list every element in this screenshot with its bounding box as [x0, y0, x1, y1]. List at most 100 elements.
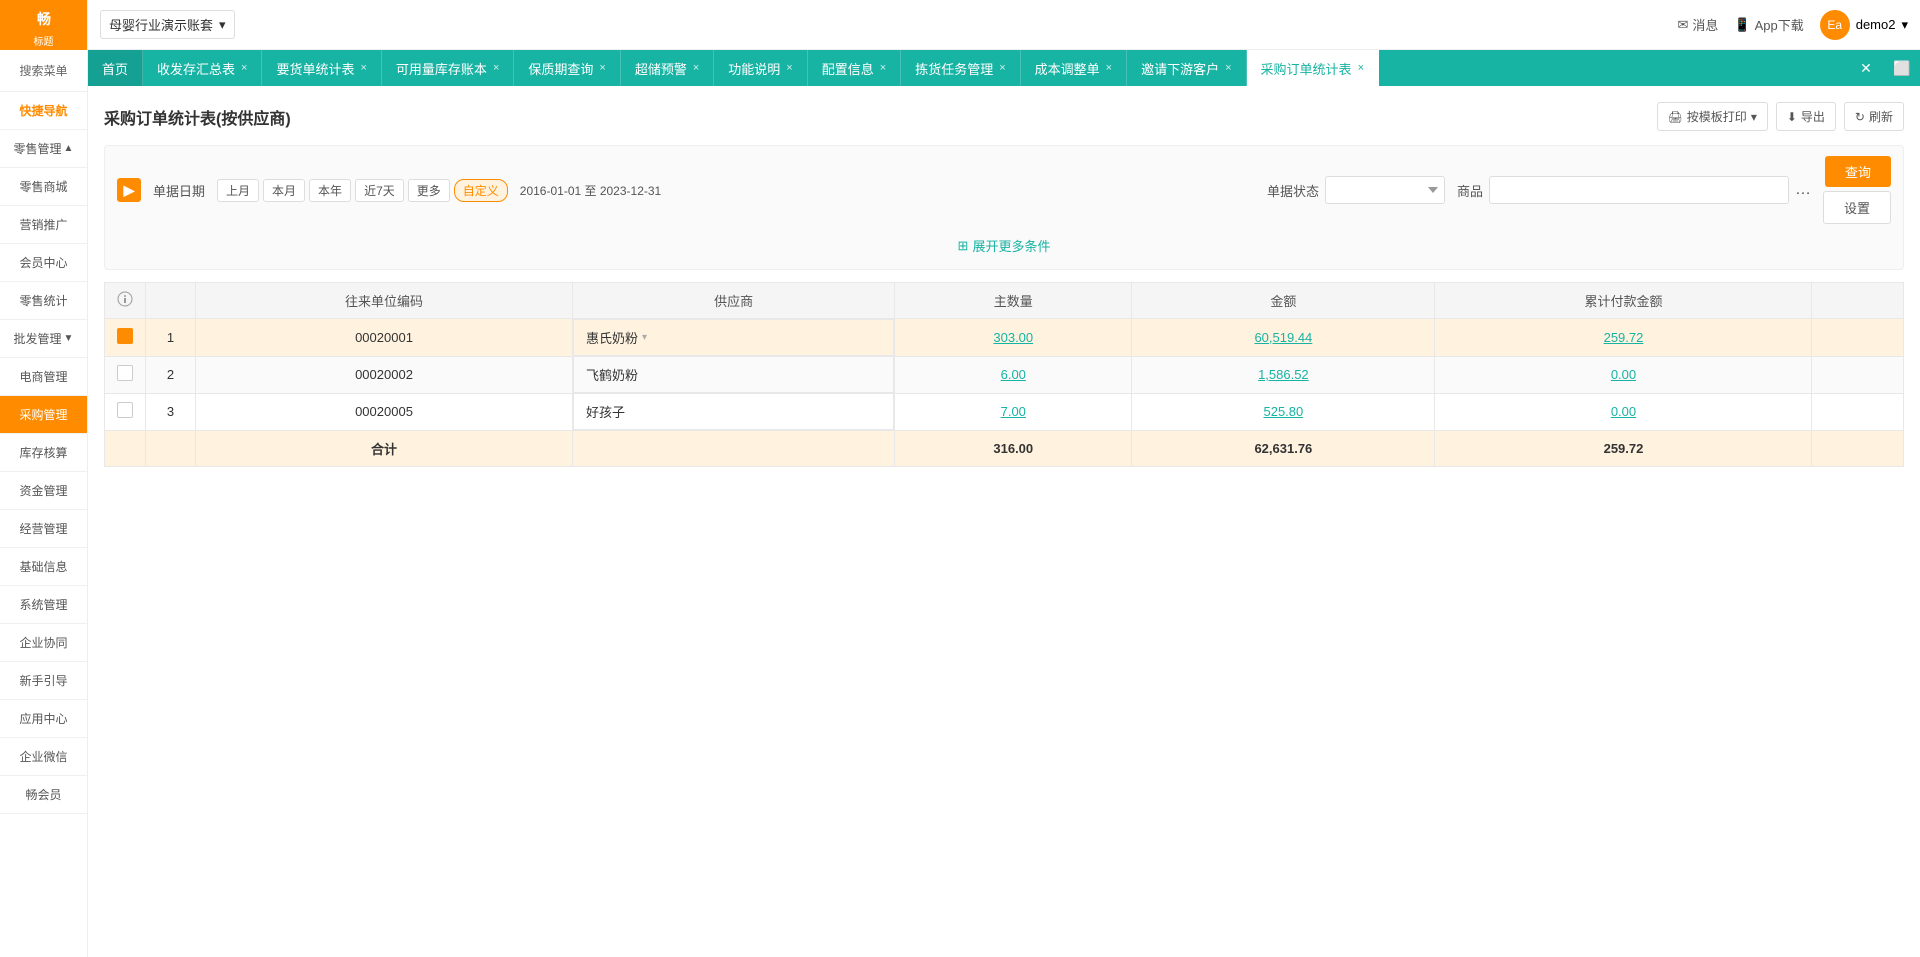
- tab-inventory-close[interactable]: ×: [493, 62, 499, 74]
- message-button[interactable]: ✉ 消息: [1677, 15, 1718, 34]
- filter-expand-button[interactable]: ⊞ 展开更多条件: [948, 232, 1061, 259]
- footer-empty-2: [146, 431, 196, 467]
- row-amount[interactable]: 1,586.52: [1132, 356, 1435, 393]
- date-more-button[interactable]: 更多: [408, 179, 450, 202]
- table-col-seq: [146, 283, 196, 319]
- sidebar-item-member[interactable]: 会员中心: [0, 244, 87, 282]
- status-filter-select[interactable]: [1325, 176, 1445, 204]
- tab-inventory[interactable]: 可用量库存账本 ×: [382, 50, 514, 86]
- tab-requisition[interactable]: 要货单统计表 ×: [262, 50, 381, 86]
- sidebar-item-system[interactable]: 系统管理: [0, 586, 87, 624]
- table-col-settings[interactable]: [105, 283, 146, 319]
- tab-purchase-stat-label: 采购订单统计表: [1261, 59, 1352, 78]
- tab-config-label: 配置信息: [822, 59, 874, 78]
- status-filter-field: 单据状态: [1267, 176, 1445, 204]
- table-row[interactable]: 3 00020005 好孩子 7.00 525.80 0.00: [105, 393, 1904, 431]
- sidebar-item-enterprise[interactable]: 企业协同: [0, 624, 87, 662]
- row-paid[interactable]: 259.72: [1435, 319, 1812, 357]
- sidebar-item-retail-stat[interactable]: 零售统计: [0, 282, 87, 320]
- topbar-actions: ✉ 消息 📱 App下载 Ea demo2 ▾: [1677, 10, 1908, 40]
- row-paid[interactable]: 0.00: [1435, 356, 1812, 393]
- sidebar-item-finance[interactable]: 资金管理: [0, 472, 87, 510]
- user-menu[interactable]: Ea demo2 ▾: [1820, 10, 1908, 40]
- tab-invite-close[interactable]: ×: [1225, 62, 1231, 74]
- sidebar-item-operations[interactable]: 经营管理: [0, 510, 87, 548]
- tab-config-close[interactable]: ×: [880, 62, 886, 74]
- print-button[interactable]: 🖨 按模板打印 ▾: [1657, 102, 1768, 131]
- date-this-month-button[interactable]: 本月: [263, 179, 305, 202]
- tab-expiry-close[interactable]: ×: [599, 62, 605, 74]
- print-chevron-icon: ▾: [1751, 110, 1757, 124]
- tab-function[interactable]: 功能说明 ×: [714, 50, 807, 86]
- date-this-year-button[interactable]: 本年: [309, 179, 351, 202]
- row-supplier: 好孩子: [573, 393, 894, 430]
- user-chevron-icon: ▾: [1901, 17, 1908, 33]
- row-extra: [1812, 319, 1904, 357]
- tab-invite[interactable]: 邀请下游客户 ×: [1127, 50, 1246, 86]
- sidebar-item-wholesale[interactable]: 批发管理 ▼: [0, 320, 87, 358]
- date-custom-button[interactable]: 自定义: [454, 179, 508, 202]
- date-7days-button[interactable]: 近7天: [355, 179, 404, 202]
- sidebar-item-app-center[interactable]: 应用中心: [0, 700, 87, 738]
- app-logo[interactable]: 畅 标题: [0, 0, 87, 50]
- tab-cost[interactable]: 成本调整单 ×: [1021, 50, 1127, 86]
- goods-filter-more-icon[interactable]: …: [1795, 181, 1811, 199]
- tab-pick-close[interactable]: ×: [999, 62, 1005, 74]
- row-amount[interactable]: 525.80: [1132, 393, 1435, 431]
- sidebar-item-quick-nav[interactable]: 快捷导航: [0, 92, 87, 130]
- row-qty[interactable]: 303.00: [895, 319, 1132, 357]
- page-header-actions: 🖨 按模板打印 ▾ ⬇ 导出 ↻ 刷新: [1657, 102, 1904, 131]
- query-button[interactable]: 查询: [1825, 156, 1891, 187]
- goods-filter-input[interactable]: [1489, 176, 1789, 204]
- row-seq: 2: [146, 356, 196, 393]
- sidebar-item-inventory[interactable]: 库存核算: [0, 434, 87, 472]
- row-paid[interactable]: 0.00: [1435, 393, 1812, 431]
- search-menu-label[interactable]: 搜索菜单: [6, 58, 81, 83]
- table-body: 1 00020001 惠氏奶粉 ▾ 303.00 60,519.44 259.7…: [105, 319, 1904, 431]
- filter-expand-row: ⊞ 展开更多条件: [117, 232, 1891, 259]
- tab-home[interactable]: 首页: [88, 50, 143, 86]
- sidebar-item-basic-info[interactable]: 基础信息: [0, 548, 87, 586]
- app-download-button[interactable]: 📱 App下载: [1734, 15, 1803, 34]
- settings-button[interactable]: 设置: [1823, 191, 1891, 224]
- export-button[interactable]: ⬇ 导出: [1776, 102, 1836, 131]
- printer-icon: 🖨: [1668, 110, 1683, 124]
- row-amount[interactable]: 60,519.44: [1132, 319, 1435, 357]
- sidebar-item-marketing[interactable]: 营销推广: [0, 206, 87, 244]
- tab-maximize-button[interactable]: ⬜: [1884, 50, 1920, 86]
- sidebar-item-retail-mall[interactable]: 零售商城: [0, 168, 87, 206]
- tab-overstock-close[interactable]: ×: [693, 62, 699, 74]
- tab-function-close[interactable]: ×: [786, 62, 792, 74]
- table-row[interactable]: 1 00020001 惠氏奶粉 ▾ 303.00 60,519.44 259.7…: [105, 319, 1904, 357]
- refresh-button[interactable]: ↻ 刷新: [1844, 102, 1904, 131]
- sidebar-item-ecommerce[interactable]: 电商管理: [0, 358, 87, 396]
- sidebar-item-member2[interactable]: 畅会员: [0, 776, 87, 814]
- tab-function-label: 功能说明: [728, 59, 780, 78]
- tab-purchase-stat[interactable]: 采购订单统计表 ×: [1247, 50, 1379, 86]
- tab-purchase-stat-close[interactable]: ×: [1358, 62, 1364, 74]
- row-checkbox[interactable]: [105, 393, 146, 431]
- date-last-month-button[interactable]: 上月: [217, 179, 259, 202]
- tab-pick[interactable]: 拣货任务管理 ×: [901, 50, 1020, 86]
- row-checkbox[interactable]: [105, 356, 146, 393]
- tab-overstock[interactable]: 超储预警 ×: [621, 50, 714, 86]
- tab-receive-close[interactable]: ×: [241, 62, 247, 74]
- tab-requisition-close[interactable]: ×: [360, 62, 366, 74]
- tab-expiry[interactable]: 保质期查询 ×: [514, 50, 620, 86]
- sidebar-item-retail[interactable]: 零售管理 ▲: [0, 130, 87, 168]
- table-header-row: 往来单位编码 供应商 主数量 金额 累计付款金额: [105, 283, 1904, 319]
- tab-close-all-button[interactable]: ✕: [1848, 50, 1884, 86]
- row-checkbox[interactable]: [105, 319, 146, 357]
- row-qty[interactable]: 7.00: [895, 393, 1132, 431]
- filter-toggle-button[interactable]: ▶: [117, 178, 141, 202]
- sidebar-item-wechat[interactable]: 企业微信: [0, 738, 87, 776]
- sidebar-item-purchase[interactable]: 采购管理: [0, 396, 87, 434]
- tab-receive[interactable]: 收发存汇总表 ×: [143, 50, 262, 86]
- tab-config[interactable]: 配置信息 ×: [808, 50, 901, 86]
- row-qty[interactable]: 6.00: [895, 356, 1132, 393]
- tab-cost-close[interactable]: ×: [1106, 62, 1112, 74]
- sidebar-nav: 零售管理 ▲ 零售商城 营销推广 会员中心 零售统计 批发管理 ▼ 电商管理 采…: [0, 130, 87, 814]
- table-row[interactable]: 2 00020002 飞鹤奶粉 6.00 1,586.52 0.00: [105, 356, 1904, 393]
- account-dropdown[interactable]: 母婴行业演示账套 ▾: [100, 10, 235, 39]
- sidebar-item-guide[interactable]: 新手引导: [0, 662, 87, 700]
